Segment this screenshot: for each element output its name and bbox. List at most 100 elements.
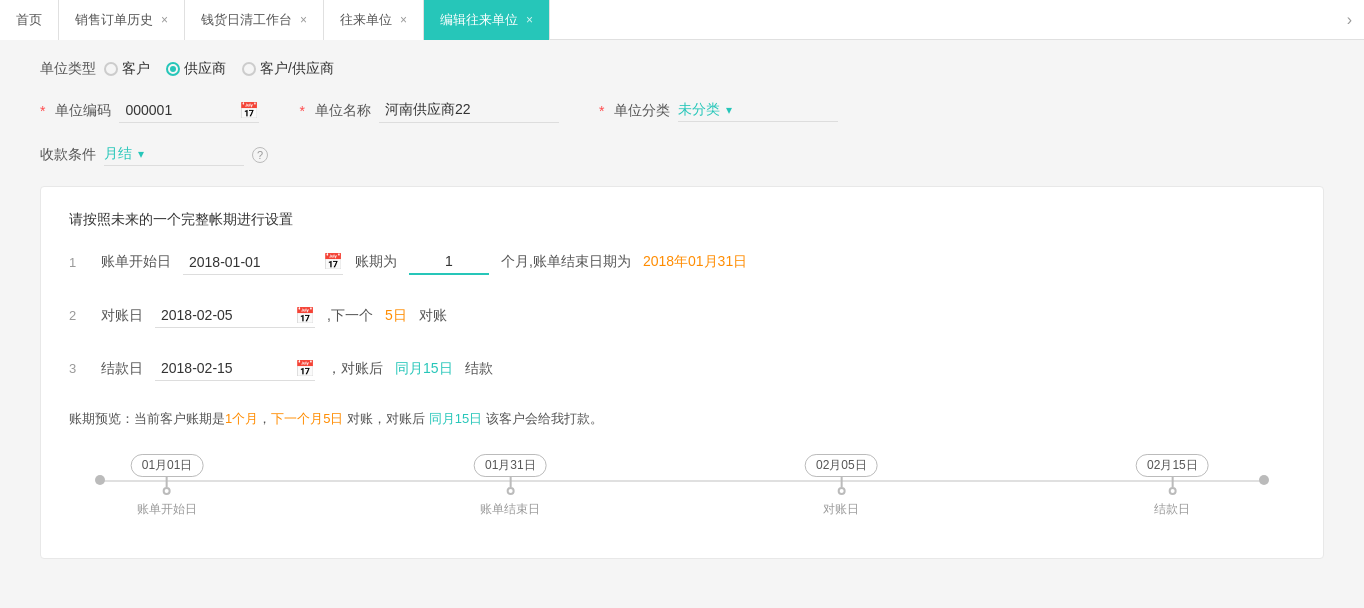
- payment-terms-row: 收款条件 月结 ▾ ?: [40, 143, 1324, 166]
- page-content: 单位类型 客户 供应商 客户/供应商 * 单位编码: [0, 40, 1364, 608]
- timeline-node-1-label: 账单开始日: [137, 501, 197, 518]
- period-row-3-date-wrapper: 📅: [155, 356, 315, 381]
- period-row-3-highlight: 同月15日: [395, 360, 453, 378]
- period-row-2-num: 2: [69, 308, 89, 323]
- unit-name-input[interactable]: [379, 98, 559, 122]
- unit-type-row: 单位类型 客户 供应商 客户/供应商: [40, 60, 1324, 78]
- payment-terms-value: 月结: [104, 145, 132, 163]
- period-row-2-label: 对账日: [101, 307, 143, 325]
- payment-terms-field: 收款条件 月结 ▾ ?: [40, 143, 268, 166]
- unit-name-field: * 单位名称: [299, 98, 558, 123]
- preview-payment-day: 同月15日: [429, 411, 482, 426]
- period-row-2: 2 对账日 📅 ,下一个 5日 对账: [69, 303, 1295, 328]
- tab-edit-partner-unit-close[interactable]: ×: [526, 13, 533, 27]
- unit-name-required: *: [299, 103, 304, 119]
- period-card-title: 请按照未来的一个完整帐期进行设置: [69, 211, 1295, 229]
- timeline-node-2-label: 账单结束日: [480, 501, 540, 518]
- period-row-1-date-wrapper: 📅: [183, 250, 343, 275]
- timeline-node-4-label: 结款日: [1154, 501, 1190, 518]
- tab-partner-unit[interactable]: 往来单位 ×: [324, 0, 424, 40]
- radio-customer-label: 客户: [122, 60, 150, 78]
- tab-cashflow-workbench-label: 钱货日清工作台: [201, 11, 292, 29]
- radio-both-circle: [242, 62, 256, 76]
- period-row-3-prefix: ，对账后: [327, 360, 383, 378]
- unit-category-arrow: ▾: [726, 103, 732, 117]
- timeline-track: [99, 480, 1265, 482]
- payment-terms-help[interactable]: ?: [252, 147, 268, 163]
- timeline-node-3-tag: 02月05日: [805, 454, 878, 477]
- timeline-node-4-line: [1171, 477, 1173, 487]
- timeline-node-1-dot: [163, 487, 171, 495]
- period-row-2-date-wrapper: 📅: [155, 303, 315, 328]
- tab-partner-unit-close[interactable]: ×: [400, 13, 407, 27]
- period-row-3-label: 结款日: [101, 360, 143, 378]
- period-row-2-date-input[interactable]: [155, 303, 295, 327]
- period-row-1-date-input[interactable]: [183, 250, 323, 274]
- unit-category-select[interactable]: 未分类 ▾: [678, 99, 838, 122]
- unit-code-icon[interactable]: 📅: [239, 101, 259, 120]
- radio-customer[interactable]: 客户: [104, 60, 150, 78]
- period-row-3-calendar-icon[interactable]: 📅: [295, 359, 315, 378]
- timeline-node-3-label: 对账日: [823, 501, 859, 518]
- timeline-node-3: 02月05日 对账日: [805, 454, 878, 518]
- period-row-3: 3 结款日 📅 ，对账后 同月15日 结款: [69, 356, 1295, 381]
- period-row-2-suffix: 对账: [419, 307, 447, 325]
- period-row-2-calendar-icon[interactable]: 📅: [295, 306, 315, 325]
- tab-cashflow-workbench[interactable]: 钱货日清工作台 ×: [185, 0, 324, 40]
- unit-code-required: *: [40, 103, 45, 119]
- payment-terms-select[interactable]: 月结 ▾: [104, 143, 244, 166]
- tab-sales-order-history-label: 销售订单历史: [75, 11, 153, 29]
- period-row-2-highlight: 5日: [385, 307, 407, 325]
- radio-customer-circle: [104, 62, 118, 76]
- period-row-1-label: 账单开始日: [101, 253, 171, 271]
- period-row-1-suffix-after: 个月,账单结束日期为: [501, 253, 631, 271]
- unit-code-input[interactable]: [119, 98, 239, 122]
- timeline-node-4-tag: 02月15日: [1136, 454, 1209, 477]
- tab-home[interactable]: 首页: [0, 0, 59, 40]
- preview-months: 1个月: [225, 411, 258, 426]
- tab-cashflow-workbench-close[interactable]: ×: [300, 13, 307, 27]
- tab-sales-order-history[interactable]: 销售订单历史 ×: [59, 0, 185, 40]
- period-row-2-prefix: ,下一个: [327, 307, 373, 325]
- tab-partner-unit-label: 往来单位: [340, 11, 392, 29]
- unit-name-input-wrapper: [379, 98, 559, 123]
- period-row-1-months-input[interactable]: [409, 249, 489, 275]
- radio-group: 客户 供应商 客户/供应商: [104, 60, 334, 78]
- unit-type-label: 单位类型: [40, 60, 96, 78]
- unit-code-field: * 单位编码 📅: [40, 98, 259, 123]
- unit-code-label: 单位编码: [55, 102, 111, 120]
- tab-edit-partner-unit[interactable]: 编辑往来单位 ×: [424, 0, 550, 40]
- unit-type-field: 单位类型 客户 供应商 客户/供应商: [40, 60, 334, 78]
- unit-category-field: * 单位分类 未分类 ▾: [599, 99, 838, 122]
- tab-more-button[interactable]: ›: [1335, 11, 1364, 29]
- period-row-1-calendar-icon[interactable]: 📅: [323, 252, 343, 271]
- radio-supplier[interactable]: 供应商: [166, 60, 226, 78]
- period-row-1-highlight-date: 2018年01月31日: [643, 253, 747, 271]
- preview-label: 账期预览：当前客户账期是: [69, 411, 225, 426]
- period-row-3-date-input[interactable]: [155, 356, 295, 380]
- preview-end: 该客户会给我打款。: [482, 411, 603, 426]
- period-row-3-num: 3: [69, 361, 89, 376]
- unit-category-label: 单位分类: [614, 102, 670, 120]
- period-row-1: 1 账单开始日 📅 账期为 个月,账单结束日期为 2018年01月31日: [69, 249, 1295, 275]
- timeline: 01月01日 账单开始日 01月31日 账单结束日 02月05日 对账日: [69, 454, 1295, 534]
- timeline-node-1-line: [166, 477, 168, 487]
- timeline-node-1: 01月01日 账单开始日: [131, 454, 204, 518]
- timeline-node-2-dot: [506, 487, 514, 495]
- timeline-node-3-dot: [837, 487, 845, 495]
- tabs-bar: 首页 销售订单历史 × 钱货日清工作台 × 往来单位 × 编辑往来单位 × ›: [0, 0, 1364, 40]
- timeline-node-1-tag: 01月01日: [131, 454, 204, 477]
- unit-code-input-wrapper: 📅: [119, 98, 259, 123]
- timeline-start-dot: [95, 475, 105, 485]
- timeline-node-2-line: [509, 477, 511, 487]
- tab-sales-order-history-close[interactable]: ×: [161, 13, 168, 27]
- timeline-end-dot: [1259, 475, 1269, 485]
- unit-category-value: 未分类: [678, 101, 720, 119]
- period-card: 请按照未来的一个完整帐期进行设置 1 账单开始日 📅 账期为 个月,账单结束日期…: [40, 186, 1324, 559]
- radio-both[interactable]: 客户/供应商: [242, 60, 334, 78]
- payment-terms-arrow: ▾: [138, 147, 144, 161]
- timeline-node-4-dot: [1168, 487, 1176, 495]
- period-row-1-num: 1: [69, 255, 89, 270]
- unit-info-row: * 单位编码 📅 * 单位名称 * 单位分类 未分类 ▾: [40, 98, 1324, 123]
- timeline-node-2: 01月31日 账单结束日: [474, 454, 547, 518]
